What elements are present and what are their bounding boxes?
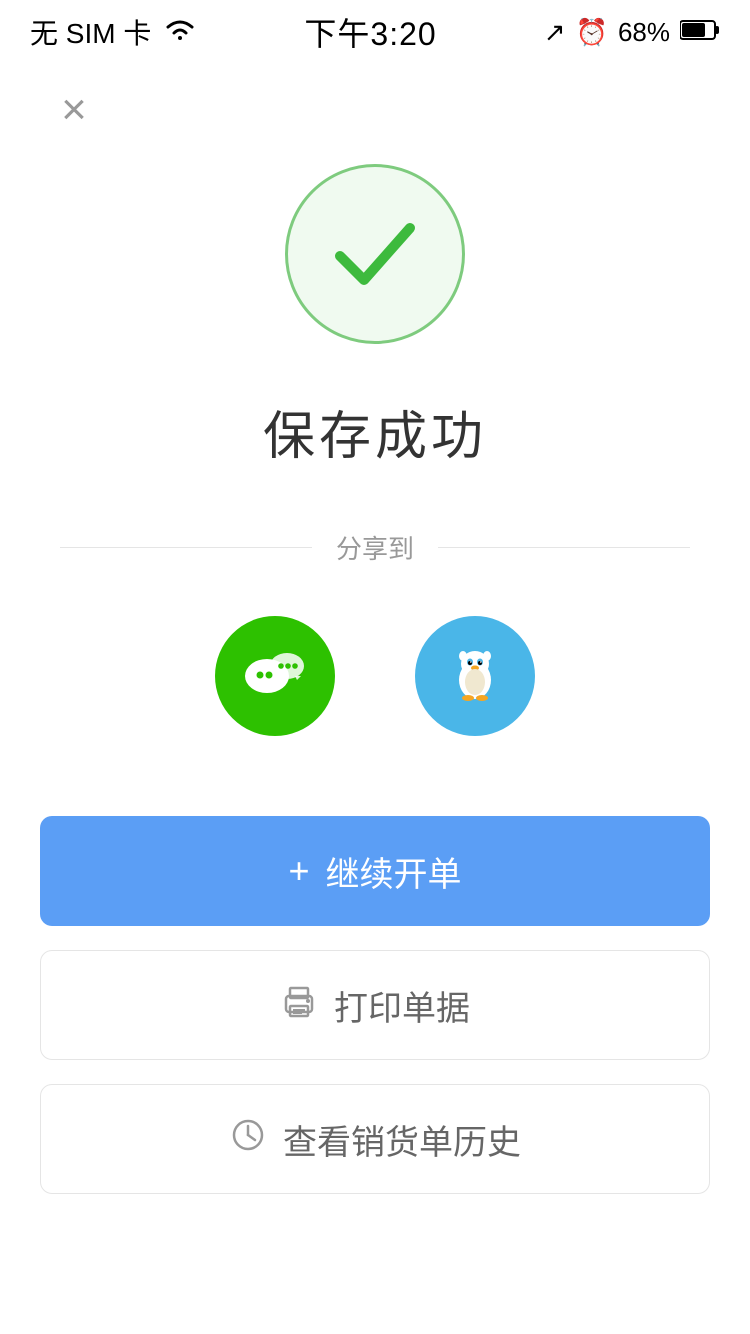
- plus-icon: +: [288, 850, 309, 892]
- status-bar: 无 SIM 卡 下午3:20 ↗ ⏰ 68%: [0, 0, 750, 64]
- close-icon: ×: [61, 88, 87, 132]
- divider-line-right: [438, 547, 690, 548]
- battery-icon: [680, 17, 720, 48]
- success-title: 保存成功: [263, 394, 487, 469]
- alarm-icon: ⏰: [576, 17, 608, 48]
- wechat-share-button[interactable]: [215, 616, 335, 736]
- battery-text: 68%: [618, 17, 670, 48]
- divider-line-left: [60, 547, 312, 548]
- no-sim-text: 无 SIM 卡: [30, 12, 151, 52]
- success-icon-circle: [285, 164, 465, 344]
- wechat-icon: [241, 642, 309, 710]
- status-left: 无 SIM 卡: [30, 12, 197, 52]
- clock-icon: [229, 1116, 267, 1163]
- share-icons-row: [215, 616, 535, 736]
- checkmark-icon: [330, 214, 420, 294]
- qq-share-button[interactable]: [415, 616, 535, 736]
- print-receipt-button[interactable]: 打印单据: [40, 950, 710, 1060]
- continue-order-button[interactable]: + 继续开单: [40, 816, 710, 926]
- wifi-icon: [163, 16, 197, 49]
- location-icon: ↗: [544, 17, 566, 48]
- view-history-label: 查看销货单历史: [283, 1115, 521, 1164]
- share-divider: 分享到: [0, 529, 750, 566]
- qq-icon: [441, 642, 509, 710]
- share-label: 分享到: [312, 529, 438, 566]
- status-time: 下午3:20: [304, 9, 436, 55]
- main-content: 保存成功 分享到: [0, 64, 750, 1194]
- actions-container: + 继续开单 打印单据: [0, 816, 750, 1194]
- close-button[interactable]: ×: [44, 80, 104, 140]
- printer-icon: [280, 982, 318, 1029]
- view-history-button[interactable]: 查看销货单历史: [40, 1084, 710, 1194]
- status-right: ↗ ⏰ 68%: [544, 17, 720, 48]
- continue-order-label: 继续开单: [326, 847, 462, 896]
- print-receipt-label: 打印单据: [334, 981, 470, 1030]
